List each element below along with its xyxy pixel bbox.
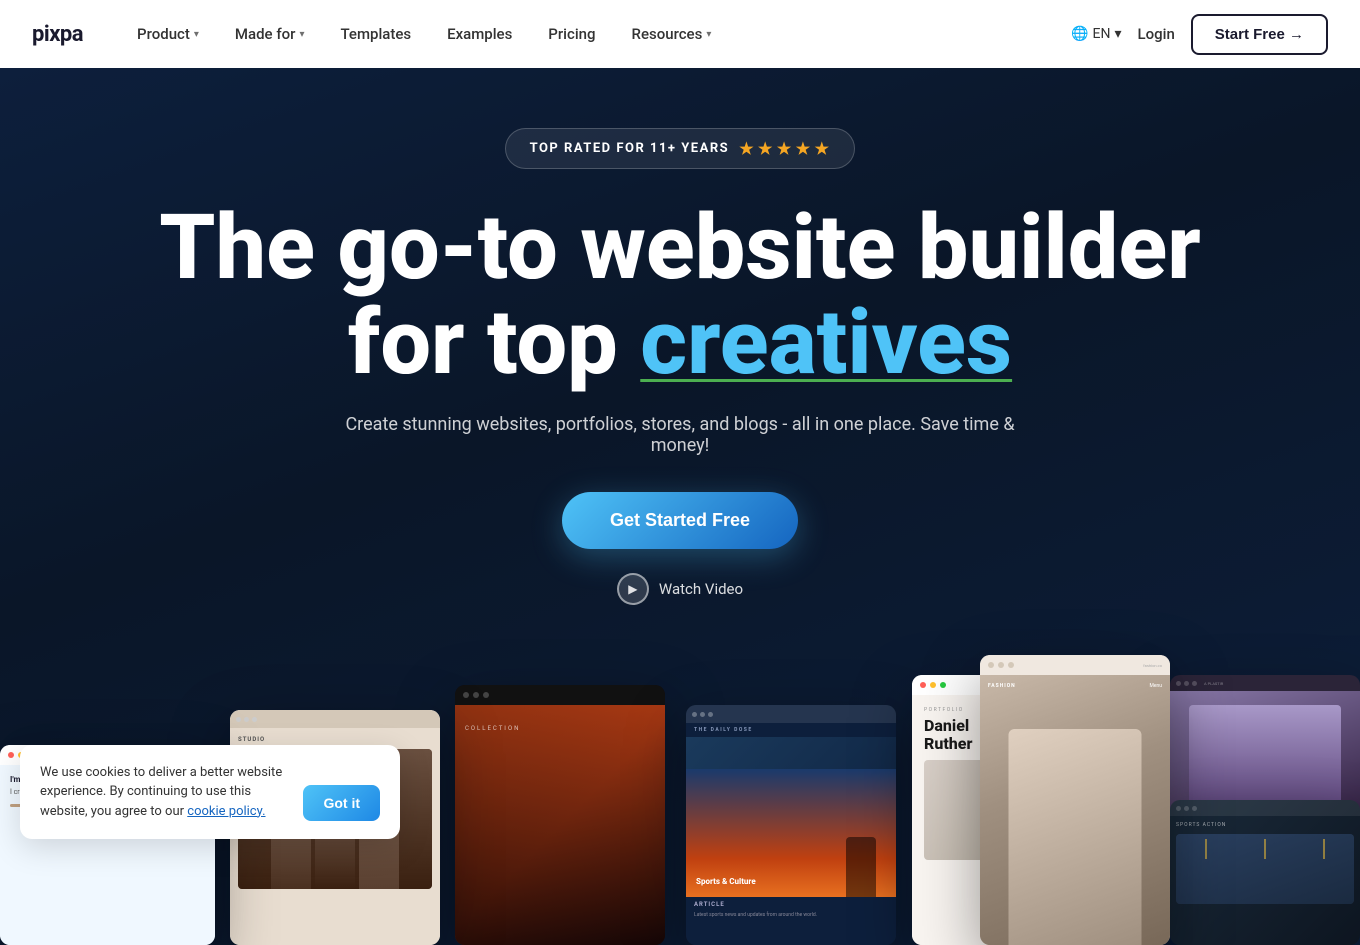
watch-video-button[interactable]: ▶ Watch Video [617, 573, 743, 605]
cookie-banner: We use cookies to deliver a better websi… [20, 745, 400, 840]
star-rating: ★ ★ ★ ★ ★ [739, 139, 830, 158]
hero-title-line1: The go-to website builder [159, 195, 1201, 300]
chevron-down-icon: ▾ [194, 29, 199, 40]
preview-sports-action: Sports Action [1170, 800, 1360, 945]
badge-text: TOP RATED FOR 11+ YEARS [530, 141, 730, 156]
nav-item-made-for[interactable]: Made for ▾ [221, 17, 319, 51]
chevron-down-icon: ▾ [1114, 26, 1121, 42]
star-3: ★ [777, 139, 793, 158]
preview-fashion-person: fashion.co FASHION Menu [980, 655, 1170, 945]
cookie-text: We use cookies to deliver a better websi… [40, 763, 287, 822]
chevron-down-icon: ▾ [299, 29, 304, 40]
cookie-policy-link[interactable]: cookie policy. [187, 804, 265, 819]
hero-subtitle: Create stunning websites, portfolios, st… [330, 414, 1030, 456]
nav-item-examples[interactable]: Examples [433, 17, 526, 51]
star-5: ★ [815, 139, 831, 158]
star-2: ★ [758, 139, 774, 158]
top-rated-badge: TOP RATED FOR 11+ YEARS ★ ★ ★ ★ ★ [505, 128, 856, 169]
star-4: ★ [796, 139, 812, 158]
star-1: ★ [739, 139, 755, 158]
nav-right-actions: 🌐 EN ▾ Login Start Free → [1071, 14, 1328, 55]
get-started-free-button[interactable]: Get Started Free [562, 492, 798, 549]
navbar: pixpa Product ▾ Made for ▾ Templates Exa… [0, 0, 1360, 68]
nav-item-pricing[interactable]: Pricing [534, 17, 609, 51]
nav-item-product[interactable]: Product ▾ [123, 17, 213, 51]
nav-item-templates[interactable]: Templates [326, 17, 425, 51]
brand-logo[interactable]: pixpa [32, 22, 83, 47]
play-icon: ▶ [617, 573, 649, 605]
preview-dark-editorial: Collection [455, 685, 665, 945]
hero-title: The go-to website builder for top creati… [159, 201, 1201, 390]
watch-video-label: Watch Video [659, 580, 743, 598]
chevron-down-icon: ▾ [706, 29, 711, 40]
language-selector[interactable]: 🌐 EN ▾ [1071, 26, 1121, 42]
hero-title-highlight: creatives [640, 290, 1012, 395]
nav-links: Product ▾ Made for ▾ Templates Examples … [123, 17, 1071, 51]
globe-icon: 🌐 [1071, 26, 1088, 42]
hero-title-line2: for top creatives [348, 290, 1012, 395]
start-free-button[interactable]: Start Free → [1191, 14, 1328, 55]
preview-sports-blog: THE DAILY DOSE Sports & Culture ARTICLE … [686, 705, 896, 945]
nav-item-resources[interactable]: Resources ▾ [618, 17, 726, 51]
cookie-accept-button[interactable]: Got it [303, 785, 380, 821]
login-link[interactable]: Login [1138, 25, 1175, 43]
